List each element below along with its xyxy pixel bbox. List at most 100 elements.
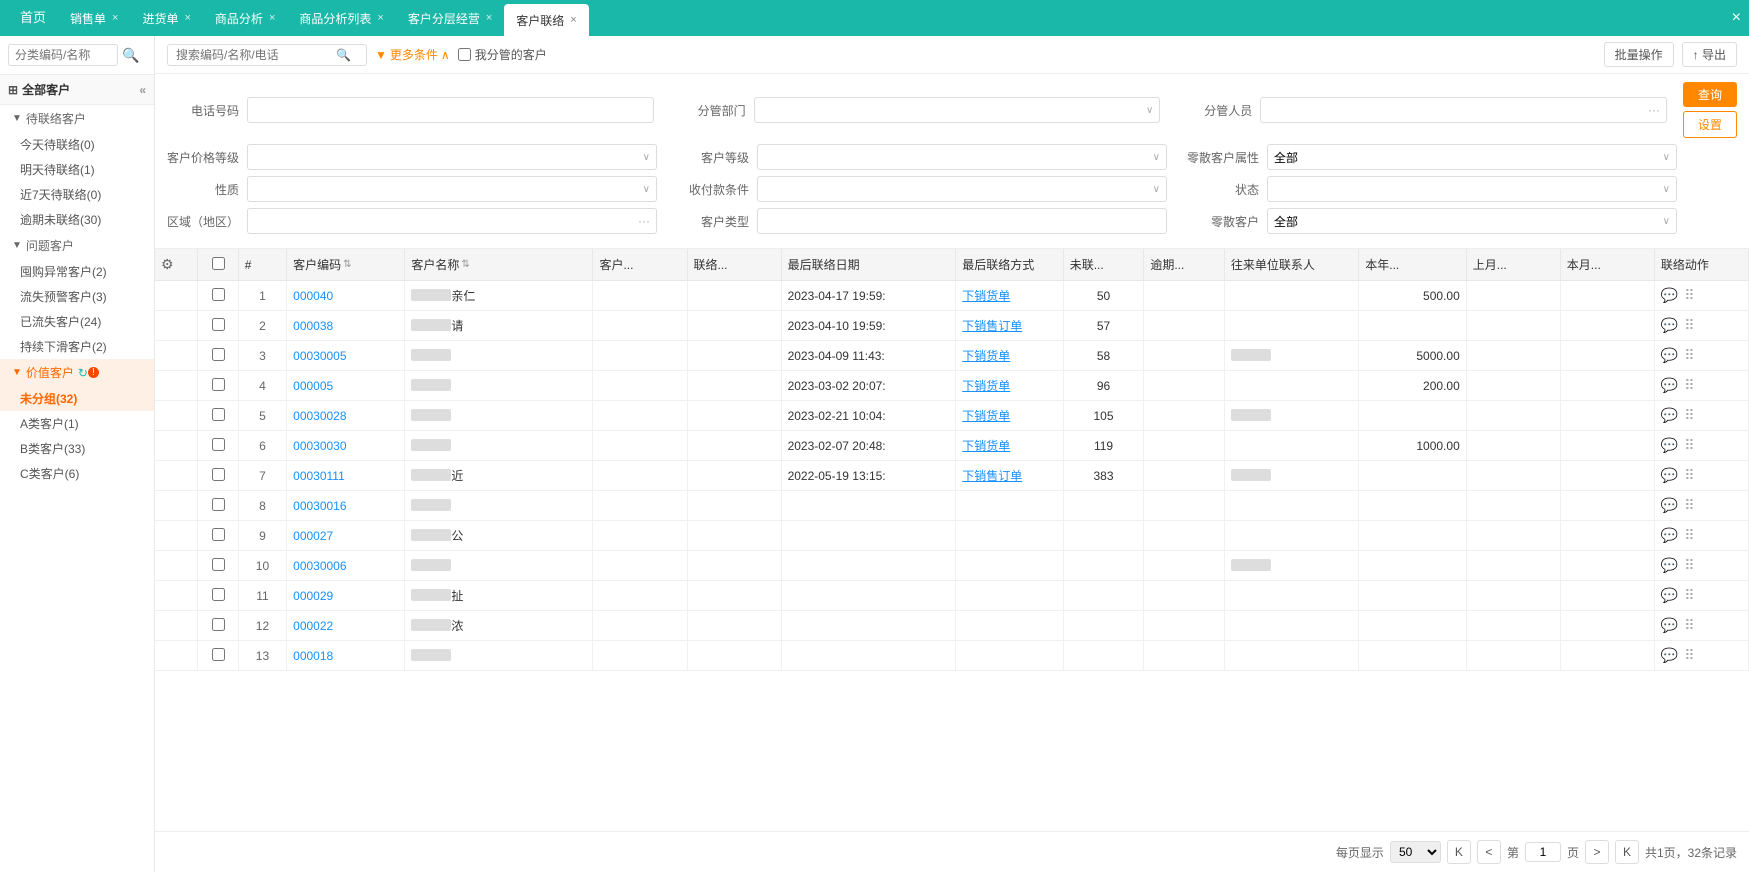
nav-tab-close[interactable]: × <box>184 12 190 24</box>
chat-icon[interactable]: 💬 <box>1661 437 1678 454</box>
nav-tab-close[interactable]: × <box>112 12 118 24</box>
collapse-icon[interactable]: « <box>139 83 146 97</box>
col-check-cell[interactable] <box>198 431 238 461</box>
col-check-cell[interactable] <box>198 401 238 431</box>
chat-icon[interactable]: 💬 <box>1661 317 1678 334</box>
col-check-cell[interactable] <box>198 611 238 641</box>
more-conditions-btn[interactable]: ▼ 更多条件 ∧ <box>375 46 450 63</box>
col-code-cell[interactable]: 000038 <box>287 311 405 341</box>
region-dots[interactable]: ··· <box>638 214 650 228</box>
export-button[interactable]: ↑ 导出 <box>1682 42 1737 67</box>
last-method-link[interactable]: 下销售订单 <box>962 319 1022 333</box>
row-checkbox[interactable] <box>212 558 225 571</box>
more-icon[interactable]: ⠿ <box>1684 317 1694 334</box>
retail-customer-select[interactable]: 全部 ∨ <box>1267 208 1677 234</box>
col-code-cell[interactable]: 000040 <box>287 281 405 311</box>
row-checkbox[interactable] <box>212 408 225 421</box>
manager-dots[interactable]: ··· <box>1648 103 1660 117</box>
col-code-cell[interactable]: 00030016 <box>287 491 405 521</box>
last-method-link[interactable]: 下销货单 <box>962 379 1010 393</box>
col-name-header[interactable]: 客户名称 ⇅ <box>405 249 593 281</box>
nav-tab-close[interactable]: × <box>269 12 275 24</box>
more-icon[interactable]: ⠿ <box>1684 497 1694 514</box>
settings-icon[interactable]: ⚙ <box>161 256 174 272</box>
search-box[interactable]: 🔍 <box>167 44 367 66</box>
price-level-select[interactable]: ∨ <box>247 144 657 170</box>
price-level-field[interactable] <box>254 150 643 164</box>
customer-code[interactable]: 000022 <box>293 619 333 633</box>
last-method-link[interactable]: 下销货单 <box>962 409 1010 423</box>
col-code-cell[interactable]: 00030030 <box>287 431 405 461</box>
reset-button[interactable]: 设置 <box>1683 111 1737 138</box>
nav-tab-purchase[interactable]: 进货单 × <box>130 0 202 36</box>
nature-field[interactable] <box>254 182 643 196</box>
more-icon[interactable]: ⠿ <box>1684 527 1694 544</box>
col-check-header[interactable] <box>198 249 238 281</box>
sidebar-item-overdue[interactable]: 逾期未联络(30) <box>0 207 154 232</box>
manager-field[interactable] <box>1267 103 1648 117</box>
more-icon[interactable]: ⠿ <box>1684 467 1694 484</box>
col-code-cell[interactable]: 000022 <box>287 611 405 641</box>
next-page-btn[interactable]: > <box>1585 840 1609 864</box>
sidebar-group-problem[interactable]: ▼ 问题客户 <box>0 232 154 259</box>
chat-icon[interactable]: 💬 <box>1661 557 1678 574</box>
search-input[interactable] <box>176 48 336 62</box>
sidebar-item-7days[interactable]: 近7天待联络(0) <box>0 182 154 207</box>
nav-tab-close[interactable]: × <box>570 14 576 26</box>
query-button[interactable]: 查询 <box>1683 82 1737 107</box>
sidebar-item-class-c[interactable]: C类客户(6) <box>0 461 154 486</box>
more-icon[interactable]: ⠿ <box>1684 617 1694 634</box>
col-code-cell[interactable]: 00030111 <box>287 461 405 491</box>
col-check-cell[interactable] <box>198 281 238 311</box>
col-code-header[interactable]: 客户编码 ⇅ <box>287 249 405 281</box>
customer-code[interactable]: 000038 <box>293 319 333 333</box>
col-check-cell[interactable] <box>198 551 238 581</box>
page-input[interactable] <box>1525 842 1561 862</box>
row-checkbox[interactable] <box>212 528 225 541</box>
manager-input[interactable]: ··· <box>1260 97 1667 123</box>
chat-icon[interactable]: 💬 <box>1661 377 1678 394</box>
customer-code[interactable]: 00030030 <box>293 439 346 453</box>
more-icon[interactable]: ⠿ <box>1684 437 1694 454</box>
more-icon[interactable]: ⠿ <box>1684 287 1694 304</box>
col-check-cell[interactable] <box>198 641 238 671</box>
col-check-cell[interactable] <box>198 521 238 551</box>
chat-icon[interactable]: 💬 <box>1661 647 1678 664</box>
retail-attr-select[interactable]: 全部 ∨ <box>1267 144 1677 170</box>
nav-tab-sales[interactable]: 销售单 × <box>58 0 130 36</box>
nature-select[interactable]: ∨ <box>247 176 657 202</box>
customer-code[interactable]: 00030006 <box>293 559 346 573</box>
last-method-link[interactable]: 下销货单 <box>962 289 1010 303</box>
sidebar-item-today[interactable]: 今天待联络(0) <box>0 132 154 157</box>
sidebar-item-hoarding[interactable]: 囤购异常客户(2) <box>0 259 154 284</box>
row-checkbox[interactable] <box>212 438 225 451</box>
my-customers-check[interactable] <box>458 48 471 61</box>
more-icon[interactable]: ⠿ <box>1684 587 1694 604</box>
payment-field[interactable] <box>764 182 1153 196</box>
nav-tab-close[interactable]: × <box>486 12 492 24</box>
select-all-checkbox[interactable] <box>212 257 225 270</box>
row-checkbox[interactable] <box>212 588 225 601</box>
chat-icon[interactable]: 💬 <box>1661 287 1678 304</box>
customer-code[interactable]: 000040 <box>293 289 333 303</box>
chat-icon[interactable]: 💬 <box>1661 467 1678 484</box>
customer-type-field[interactable] <box>764 214 1160 228</box>
per-page-select[interactable]: 50 100 200 <box>1390 841 1441 863</box>
row-checkbox[interactable] <box>212 468 225 481</box>
prev-page-btn[interactable]: < <box>1477 840 1501 864</box>
col-check-cell[interactable] <box>198 311 238 341</box>
col-code-cell[interactable]: 000005 <box>287 371 405 401</box>
batch-op-button[interactable]: 批量操作 <box>1604 42 1674 67</box>
col-settings-header[interactable]: ⚙ <box>155 249 198 281</box>
sidebar-item-churn-warning[interactable]: 流失预警客户(3) <box>0 284 154 309</box>
col-check-cell[interactable] <box>198 581 238 611</box>
customer-level-field[interactable] <box>764 150 1153 164</box>
sidebar-item-tomorrow[interactable]: 明天待联络(1) <box>0 157 154 182</box>
sidebar-item-declining[interactable]: 持续下滑客户(2) <box>0 334 154 359</box>
col-check-cell[interactable] <box>198 491 238 521</box>
status-field[interactable] <box>1274 182 1663 196</box>
sidebar-group-value[interactable]: ▼ 价值客户 ↻ ! <box>0 359 154 386</box>
customer-code[interactable]: 00030111 <box>293 469 345 483</box>
customer-code[interactable]: 000029 <box>293 589 333 603</box>
col-check-cell[interactable] <box>198 371 238 401</box>
